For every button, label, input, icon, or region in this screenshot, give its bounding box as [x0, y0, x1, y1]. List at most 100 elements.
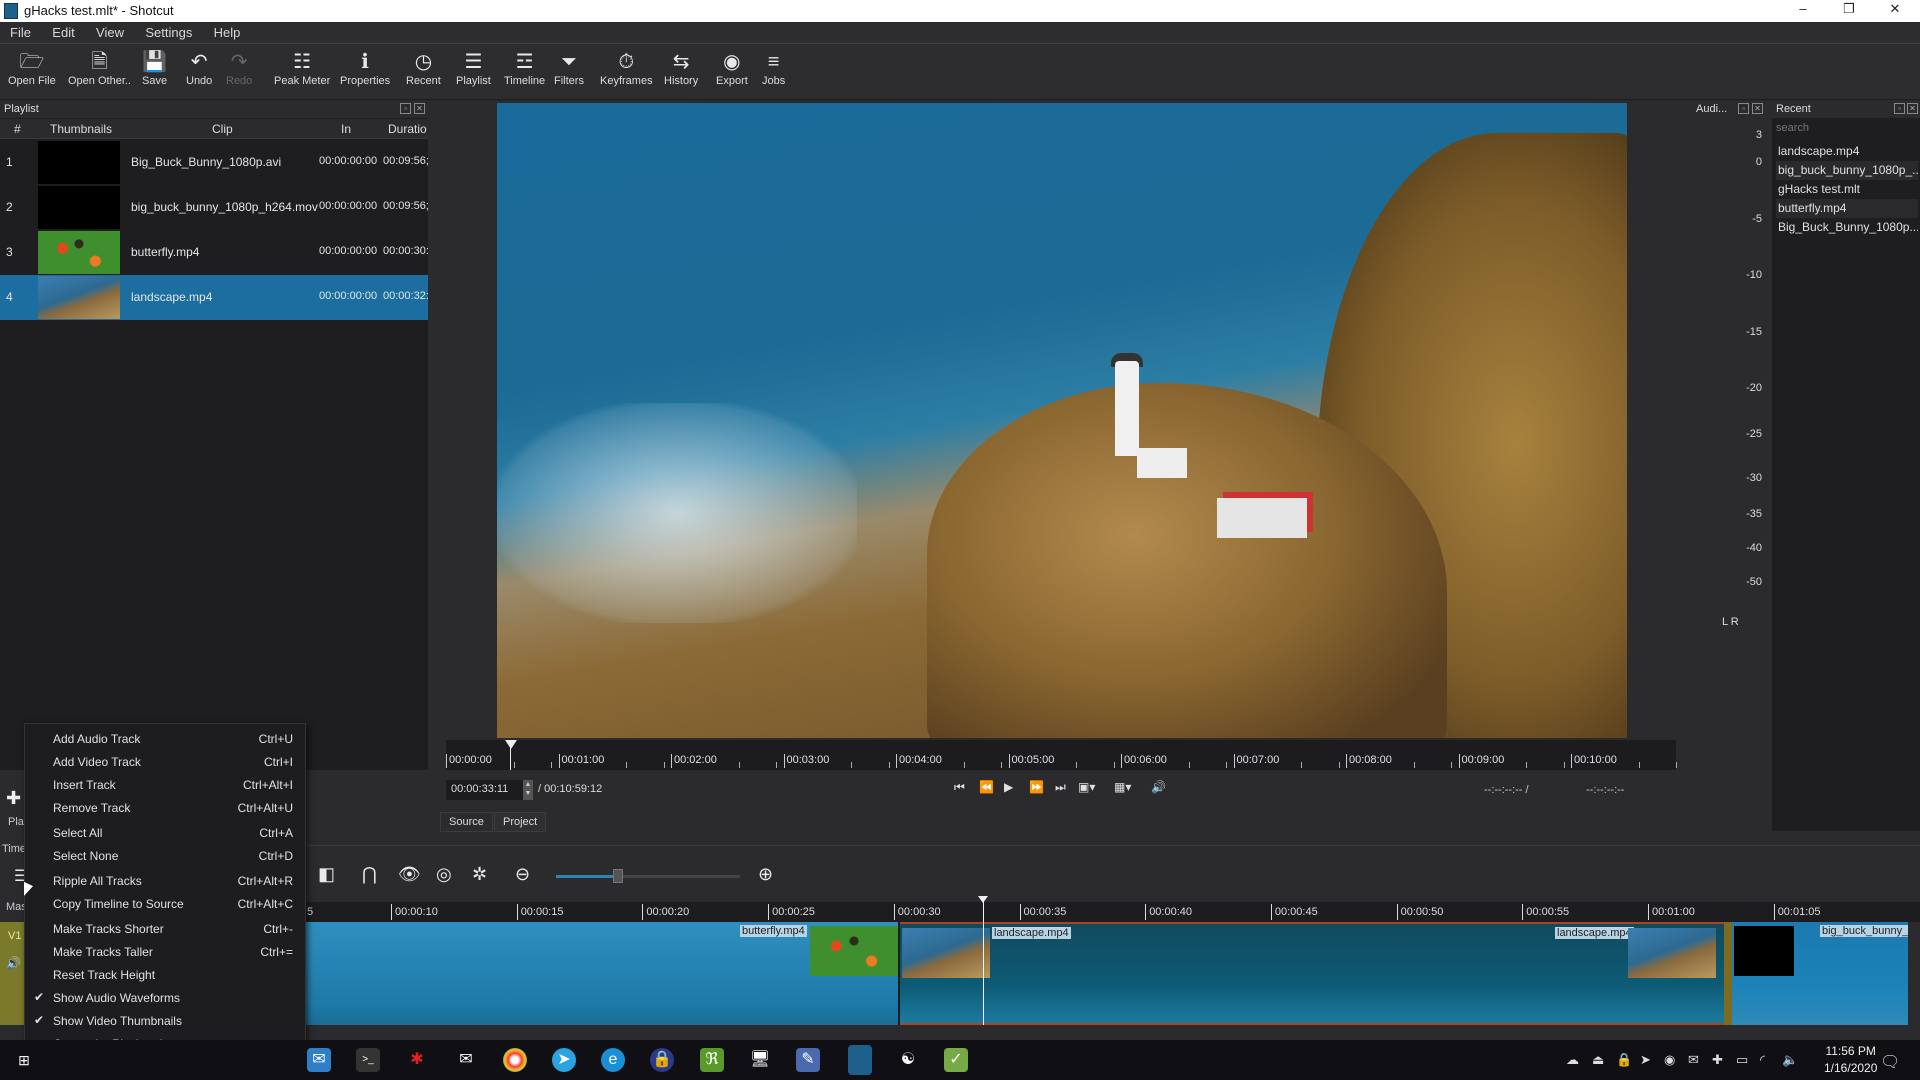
col-number[interactable]: # — [14, 122, 21, 136]
float-dock-icon[interactable]: ▫ — [1894, 103, 1905, 114]
timecode-spinner[interactable]: ▲ ▼ — [523, 780, 533, 800]
timeline-ruler[interactable]: 5 00:00:10 00:00:15 00:00:20 00:00:25 00:00:3… — [306, 902, 1920, 922]
taskbar-app-yin-icon[interactable]: ☯ — [896, 1048, 920, 1072]
video-preview[interactable] — [497, 103, 1627, 738]
timeline-tab[interactable]: Time — [2, 843, 26, 855]
recent-item[interactable]: landscape.mp4 — [1776, 142, 1918, 161]
toolbar-peak-meter-button[interactable]: ☷ Peak Meter — [274, 49, 330, 87]
playlist-row[interactable]: 1 Big_Buck_Bunny_1080p.avi 00:00:00:00 00:0… — [0, 140, 428, 185]
playlist-row[interactable]: 2 big_buck_bunny_1080p_h264.mov 00:00:00:0… — [0, 185, 428, 230]
scrub-eye-icon[interactable]: 👁 — [398, 864, 421, 885]
fast-forward-icon[interactable]: ⏩ — [1029, 780, 1044, 794]
taskbar-app-rss-icon[interactable]: ℜ — [700, 1048, 724, 1072]
ripple-all-icon[interactable]: ✲ — [472, 864, 487, 885]
action-center-icon[interactable]: 🗨 — [1880, 1052, 1900, 1072]
playlist-row[interactable]: 4 landscape.mp4 00:00:00:00 00:00:32: — [0, 275, 428, 320]
toolbar-jobs-button[interactable]: ≡ Jobs — [762, 49, 785, 87]
close-dock-icon[interactable]: ✕ — [1907, 103, 1918, 114]
close-dock-icon[interactable]: ✕ — [1752, 103, 1763, 114]
float-dock-icon[interactable]: ▫ — [1738, 103, 1749, 114]
toolbar-timeline-button[interactable]: ☲ Timeline — [504, 49, 545, 87]
tab-project[interactable]: Project — [494, 812, 547, 832]
menu-item-ripple-all-tracks[interactable]: Ripple All Tracks Ctrl+Alt+R — [25, 870, 307, 893]
menu-item-copy-timeline-to-source[interactable]: Copy Timeline to Source Ctrl+Alt+C — [25, 893, 307, 916]
tray-vpn-icon[interactable]: 🔒 — [1616, 1052, 1632, 1068]
toolbar-history-button[interactable]: ⇆ History — [664, 49, 698, 87]
rewind-icon[interactable]: ⏪ — [979, 780, 994, 794]
menu-settings[interactable]: Settings — [135, 22, 200, 40]
tray-mail-icon[interactable]: ✉ — [1688, 1052, 1699, 1068]
zoom-in-icon[interactable]: ⊕ — [758, 864, 773, 885]
playlist-tab[interactable]: Pla — [8, 816, 24, 828]
menu-item-show-video-thumbnails[interactable]: ✔ Show Video Thumbnails — [25, 1010, 307, 1033]
timeline-vertical-scrollbar[interactable] — [1908, 922, 1920, 1025]
toolbar-export-button[interactable]: ◉ Export — [716, 49, 748, 87]
toolbar-filters-button[interactable]: ⏷ Filters — [554, 49, 584, 87]
timeline-clip-big-buck-bunny[interactable]: big_buck_bunny_ — [1732, 922, 1911, 1025]
float-dock-icon[interactable]: ▫ — [400, 103, 411, 114]
tray-wifi-icon[interactable]: ◜ — [1760, 1052, 1765, 1068]
restore-button[interactable]: ❐ — [1826, 1, 1872, 21]
recent-search-input[interactable]: search — [1772, 119, 1920, 137]
viewer-scrubber[interactable]: 00:00:00 00:01:00 00:02:00 00:03:00 00:04:00… — [446, 740, 1677, 770]
add-to-playlist-icon[interactable]: ✚ — [6, 788, 21, 809]
toolbar-playlist-button[interactable]: ☰ Playlist — [456, 49, 491, 87]
timeline-horizontal-scrollbar[interactable] — [306, 1026, 1910, 1036]
taskbar-app-notes-icon[interactable]: ✓ — [944, 1048, 968, 1072]
toolbar-keyframes-button[interactable]: ⏱ Keyframes — [600, 49, 653, 87]
tray-onedrive-icon[interactable]: ☁ — [1566, 1052, 1579, 1068]
col-in[interactable]: In — [341, 122, 351, 136]
toolbar-open-file-button[interactable]: 🗁 Open File — [8, 49, 56, 87]
menu-item-add-audio-track[interactable]: Add Audio Track Ctrl+U — [25, 728, 307, 751]
menu-item-insert-track[interactable]: Insert Track Ctrl+Alt+I — [25, 774, 307, 797]
timeline-clip-landscape[interactable]: landscape.mp4 landscape.mp4 — [900, 922, 1724, 1025]
split-icon[interactable]: ◧ — [318, 864, 335, 885]
recent-item[interactable]: butterfly.mp4 — [1776, 199, 1918, 218]
timecode-position-field[interactable]: 00:00:33:11 — [446, 780, 526, 800]
taskbar-clock[interactable]: 11:56 PM 1/16/2020 — [1824, 1043, 1877, 1077]
menu-edit[interactable]: Edit — [42, 22, 82, 40]
tray-usb-icon[interactable]: ⏏ — [1592, 1052, 1604, 1068]
menu-item-remove-track[interactable]: Remove Track Ctrl+Alt+U — [25, 797, 307, 820]
taskbar-app-shotcut-icon[interactable] — [848, 1045, 872, 1075]
taskbar-app-edge-icon[interactable]: e — [601, 1048, 625, 1072]
toolbar-properties-button[interactable]: ℹ Properties — [340, 49, 390, 87]
menu-view[interactable]: View — [86, 22, 132, 40]
tray-telegram-icon[interactable]: ➤ — [1640, 1052, 1651, 1068]
taskbar-app-vpn-icon[interactable]: 🔒 — [650, 1048, 674, 1072]
timeline-transition[interactable] — [1724, 922, 1732, 1025]
menu-item-make-tracks-taller[interactable]: Make Tracks Taller Ctrl+= — [25, 941, 307, 964]
recent-item[interactable]: Big_Buck_Bunny_1080p.... — [1776, 218, 1918, 237]
menu-file[interactable]: File — [0, 22, 39, 40]
skip-to-end-icon[interactable]: ⏭ — [1055, 780, 1066, 795]
menu-item-add-video-track[interactable]: Add Video Track Ctrl+I — [25, 751, 307, 774]
ripple-icon[interactable]: ◎ — [436, 864, 452, 885]
tray-volume-icon[interactable]: 🔈 — [1782, 1052, 1798, 1068]
grid-icon[interactable]: ▦▾ — [1114, 780, 1131, 794]
toolbar-open-other-button[interactable]: 🗎 Open Other.. — [68, 49, 131, 87]
close-dock-icon[interactable]: ✕ — [414, 103, 425, 114]
taskbar-app-red-icon[interactable]: ✱ — [405, 1048, 429, 1072]
tray-battery-icon[interactable]: ▭ — [1736, 1052, 1748, 1068]
taskbar-app-browser-icon[interactable] — [503, 1048, 527, 1072]
zoom-fit-icon[interactable]: ▣▾ — [1078, 780, 1095, 794]
taskbar-app-mail-icon[interactable]: ✉ — [454, 1048, 478, 1072]
timeline-zoom-handle[interactable] — [613, 869, 623, 883]
toolbar-recent-button[interactable]: ◷ Recent — [406, 49, 441, 87]
menu-item-reset-track-height[interactable]: Reset Track Height — [25, 964, 307, 987]
taskbar-app-telegram-icon[interactable]: ➤ — [552, 1048, 576, 1072]
menu-item-select-none[interactable]: Select None Ctrl+D — [25, 845, 307, 868]
scrubber-playhead-handle[interactable] — [505, 740, 517, 749]
playlist-row[interactable]: 3 butterfly.mp4 00:00:00:00 00:00:30: — [0, 230, 428, 275]
toolbar-undo-button[interactable]: ↶ Undo — [186, 49, 212, 87]
taskbar-app-thunderbird-icon[interactable]: ✉ — [307, 1048, 331, 1072]
menu-item-select-all[interactable]: Select All Ctrl+A — [25, 822, 307, 845]
mute-icon[interactable]: 🔊 — [6, 956, 21, 970]
windows-start-icon[interactable]: ⊞ — [12, 1048, 36, 1072]
close-button[interactable]: ✕ — [1872, 1, 1918, 21]
tab-source[interactable]: Source — [440, 812, 493, 832]
skip-to-start-icon[interactable]: ⏮ — [954, 780, 965, 795]
col-duration[interactable]: Duratio — [388, 122, 427, 136]
tray-browser-icon[interactable]: ◉ — [1664, 1052, 1675, 1068]
volume-icon[interactable]: 🔊 — [1151, 780, 1166, 794]
